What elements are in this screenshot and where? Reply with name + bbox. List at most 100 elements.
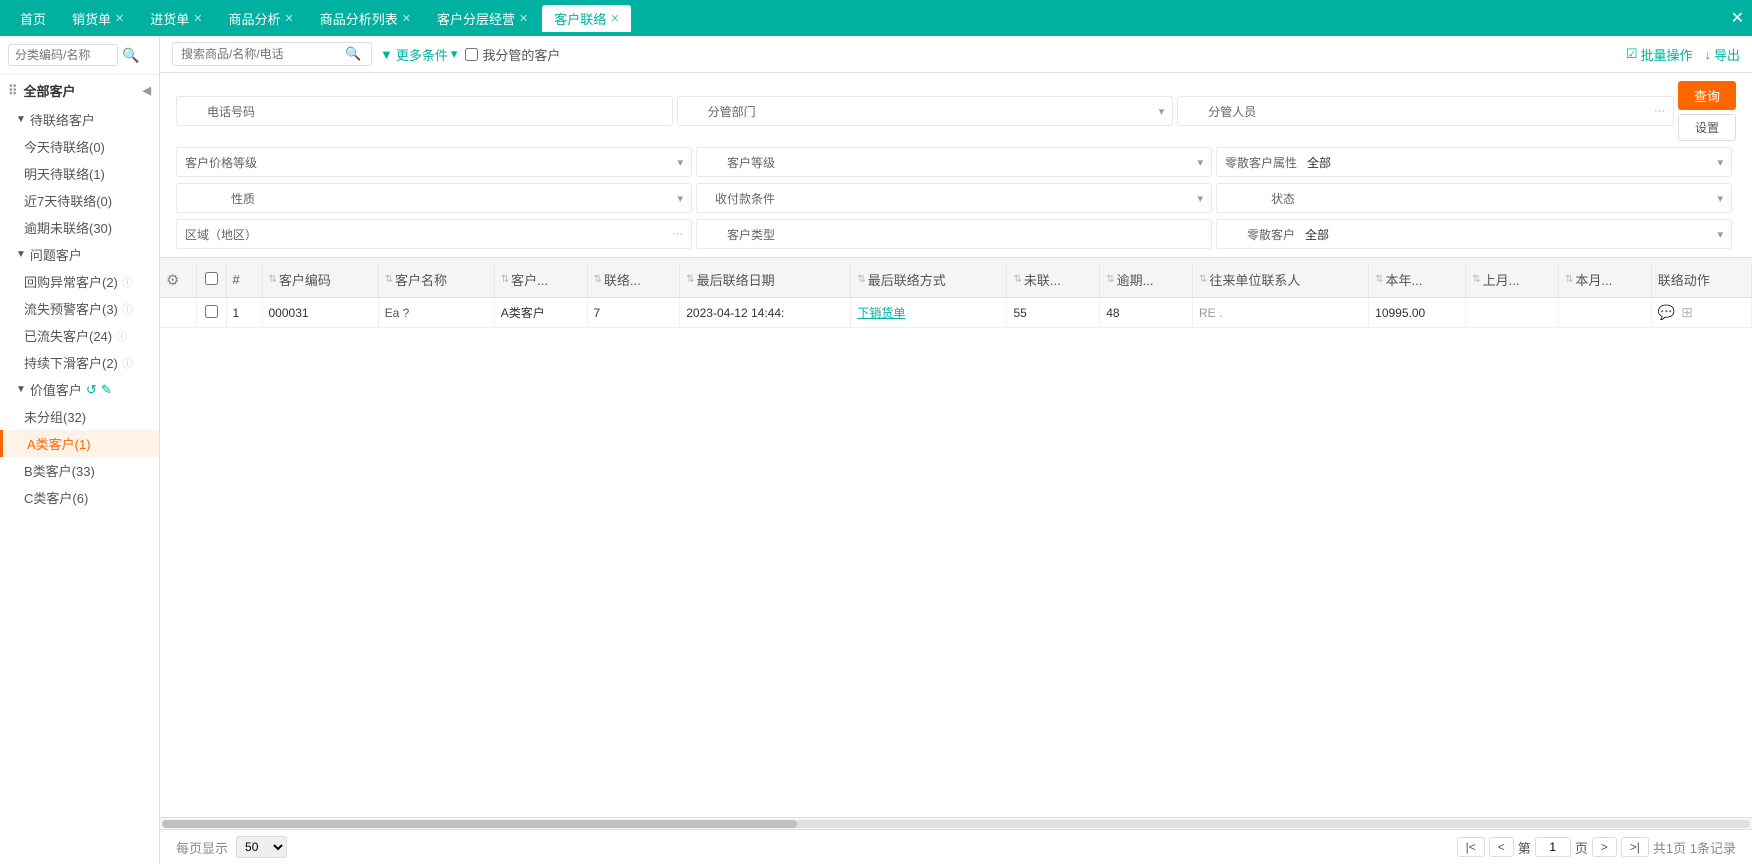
th-this-year[interactable]: ⇅ 本年... xyxy=(1369,262,1466,298)
sidebar-group-problem[interactable]: ▼ 问题客户 xyxy=(0,241,159,268)
sidebar-item-class-c[interactable]: C类客户(6) xyxy=(0,484,159,511)
more-filter-button[interactable]: ▼ 更多条件 ▾ xyxy=(380,45,457,64)
nav-customer-tier-close[interactable]: ✕ xyxy=(519,12,528,25)
next-page-button[interactable]: > xyxy=(1592,837,1617,857)
sidebar-item-declining[interactable]: 持续下滑客户(2) ⓘ xyxy=(0,349,159,376)
filter-person-label: 分管人员 xyxy=(1186,103,1256,120)
th-name[interactable]: ⇅ 客户名称 xyxy=(378,262,494,298)
last-page-button[interactable]: >| xyxy=(1621,837,1649,857)
th-last-contact-method[interactable]: ⇅ 最后联络方式 xyxy=(851,262,1007,298)
nav-customer-tier[interactable]: 客户分层经营 ✕ xyxy=(425,5,540,32)
sidebar-search-input[interactable] xyxy=(8,44,118,66)
sidebar-group-value[interactable]: ▼ 价值客户 ↺ ✎ xyxy=(0,376,159,403)
td-last-month xyxy=(1466,298,1559,328)
table-settings-icon[interactable]: ⚙ xyxy=(166,272,179,289)
value-refresh-icon[interactable]: ↺ xyxy=(86,382,97,398)
th-code[interactable]: ⇅ 客户编码 xyxy=(262,262,378,298)
first-page-button[interactable]: |< xyxy=(1457,837,1485,857)
top-nav: 首页 销货单 ✕ 进货单 ✕ 商品分析 ✕ 商品分析列表 ✕ 客户分层经营 ✕ … xyxy=(0,0,1752,36)
td-checkbox[interactable] xyxy=(196,298,226,328)
td-name: Ea ? xyxy=(378,298,494,328)
toolbar: 🔍 ▼ 更多条件 ▾ 我分管的客户 ☑ 批量操作 ↓ 导出 xyxy=(160,36,1752,73)
th-overdue[interactable]: ⇅ 逾期... xyxy=(1100,262,1193,298)
td-last-method[interactable]: 下销货单 xyxy=(851,298,1007,328)
sidebar-group-pending[interactable]: ▼ 待联络客户 xyxy=(0,106,159,133)
nav-window-close[interactable]: ✕ xyxy=(1731,8,1744,28)
batch-op-button[interactable]: ☑ 批量操作 xyxy=(1626,45,1693,64)
qr-action-icon[interactable]: ⊞ xyxy=(1681,304,1693,321)
export-icon: ↓ xyxy=(1704,47,1711,62)
filter-customer-level-label: 客户等级 xyxy=(705,154,775,171)
filter-price-level: 客户价格等级 ▾ xyxy=(176,147,692,177)
sidebar-item-7days[interactable]: 近7天待联络(0) xyxy=(0,187,159,214)
nav-customer-contact-close[interactable]: ✕ xyxy=(610,12,619,25)
row-checkbox[interactable] xyxy=(205,305,218,318)
filter-region: 区域（地区） ··· xyxy=(176,219,692,249)
settings-button[interactable]: 设置 xyxy=(1678,114,1736,141)
pagination: |< < 第 页 > >| 共1页 1条记录 xyxy=(1457,837,1736,857)
sidebar-all-customers[interactable]: ⠿ 全部客户 ◀ xyxy=(0,75,159,106)
value-edit-icon[interactable]: ✎ xyxy=(101,382,112,398)
th-level[interactable]: ⇅ 客户... xyxy=(494,262,587,298)
sidebar-item-overdue[interactable]: 逾期未联络(30) xyxy=(0,214,159,241)
nav-customer-contact[interactable]: 客户联络 ✕ xyxy=(542,5,631,32)
filter-retail-attr-value: 全部 xyxy=(1307,154,1331,171)
prev-page-button[interactable]: < xyxy=(1489,837,1514,857)
filter-status: 状态 ▾ xyxy=(1216,183,1732,213)
nav-sales[interactable]: 销货单 ✕ xyxy=(60,5,136,32)
per-page-select[interactable]: 50 100 200 xyxy=(236,836,287,858)
filter-row-2: 客户价格等级 ▾ 客户等级 ▾ 零散客户属性 全部 ▾ xyxy=(176,147,1736,177)
filter-nature-label: 性质 xyxy=(185,190,255,207)
nav-sales-close[interactable]: ✕ xyxy=(115,12,124,25)
td-no: 1 xyxy=(226,298,262,328)
search-icon[interactable]: 🔍 xyxy=(345,46,361,62)
sidebar-item-class-b[interactable]: B类客户(33) xyxy=(0,457,159,484)
filter-region-dots[interactable]: ··· xyxy=(672,228,683,240)
search-input[interactable] xyxy=(181,47,341,61)
filter-phone-input[interactable] xyxy=(261,104,664,118)
filter-price-level-label: 客户价格等级 xyxy=(185,154,257,171)
nav-home[interactable]: 首页 xyxy=(8,5,58,32)
sidebar-item-today[interactable]: 今天待联络(0) xyxy=(0,133,159,160)
select-all-checkbox[interactable] xyxy=(205,272,218,285)
info-icon-3: ⓘ xyxy=(116,328,127,344)
filter-dept-label: 分管部门 xyxy=(686,103,756,120)
th-last-contact-date[interactable]: ⇅ 最后联络日期 xyxy=(680,262,851,298)
all-customers-dots-icon: ⠿ xyxy=(8,83,18,99)
td-settings-empty xyxy=(160,298,196,328)
th-uncontacted[interactable]: ⇅ 未联... xyxy=(1007,262,1100,298)
sidebar-search-icon[interactable]: 🔍 xyxy=(122,47,139,64)
nav-product-list-close[interactable]: ✕ xyxy=(402,12,411,25)
td-this-month xyxy=(1559,298,1652,328)
sidebar-content: ⠿ 全部客户 ◀ ▼ 待联络客户 今天待联络(0) 明天待联络(1) 近7天待联… xyxy=(0,75,159,864)
scrollbar-thumb[interactable] xyxy=(162,820,797,828)
my-customer-checkbox[interactable]: 我分管的客户 xyxy=(465,45,560,64)
th-contacts[interactable]: ⇅ 往来单位联系人 xyxy=(1192,262,1368,298)
sidebar-item-ungrouped[interactable]: 未分组(32) xyxy=(0,403,159,430)
th-last-month[interactable]: ⇅ 上月... xyxy=(1466,262,1559,298)
page-number-input[interactable] xyxy=(1535,837,1571,857)
chat-action-icon[interactable]: 💬 xyxy=(1658,304,1675,321)
nav-product-analysis-list[interactable]: 商品分析列表 ✕ xyxy=(308,5,423,32)
sidebar-item-class-a[interactable]: A类客户(1) xyxy=(0,430,159,457)
horizontal-scrollbar[interactable] xyxy=(160,817,1752,829)
sort-icon-contact: ⇅ xyxy=(594,274,602,285)
query-button[interactable]: 查询 xyxy=(1678,81,1736,110)
table-header-row: ⚙ # ⇅ 客户编码 xyxy=(160,262,1752,298)
nav-product-analysis-close[interactable]: ✕ xyxy=(285,12,294,25)
export-button[interactable]: ↓ 导出 xyxy=(1704,45,1740,64)
th-this-month[interactable]: ⇅ 本月... xyxy=(1559,262,1652,298)
th-contact-count[interactable]: ⇅ 联络... xyxy=(587,262,680,298)
sidebar-item-churned[interactable]: 已流失客户(24) ⓘ xyxy=(0,322,159,349)
nav-purchase-close[interactable]: ✕ xyxy=(193,12,202,25)
sort-icon-this-year: ⇅ xyxy=(1375,274,1383,285)
my-customer-check-input[interactable] xyxy=(465,48,478,61)
nav-purchase[interactable]: 进货单 ✕ xyxy=(138,5,214,32)
sidebar-item-repurchase-abnormal[interactable]: 回购异常客户(2) ⓘ xyxy=(0,268,159,295)
sidebar-item-tomorrow[interactable]: 明天待联络(1) xyxy=(0,160,159,187)
filter-person-dots[interactable]: ··· xyxy=(1654,105,1665,117)
td-contacts: RE . xyxy=(1192,298,1368,328)
tri-icon: ▼ xyxy=(16,114,26,125)
sidebar-item-churn-warning[interactable]: 流失预警客户(3) ⓘ xyxy=(0,295,159,322)
nav-product-analysis[interactable]: 商品分析 ✕ xyxy=(216,5,305,32)
